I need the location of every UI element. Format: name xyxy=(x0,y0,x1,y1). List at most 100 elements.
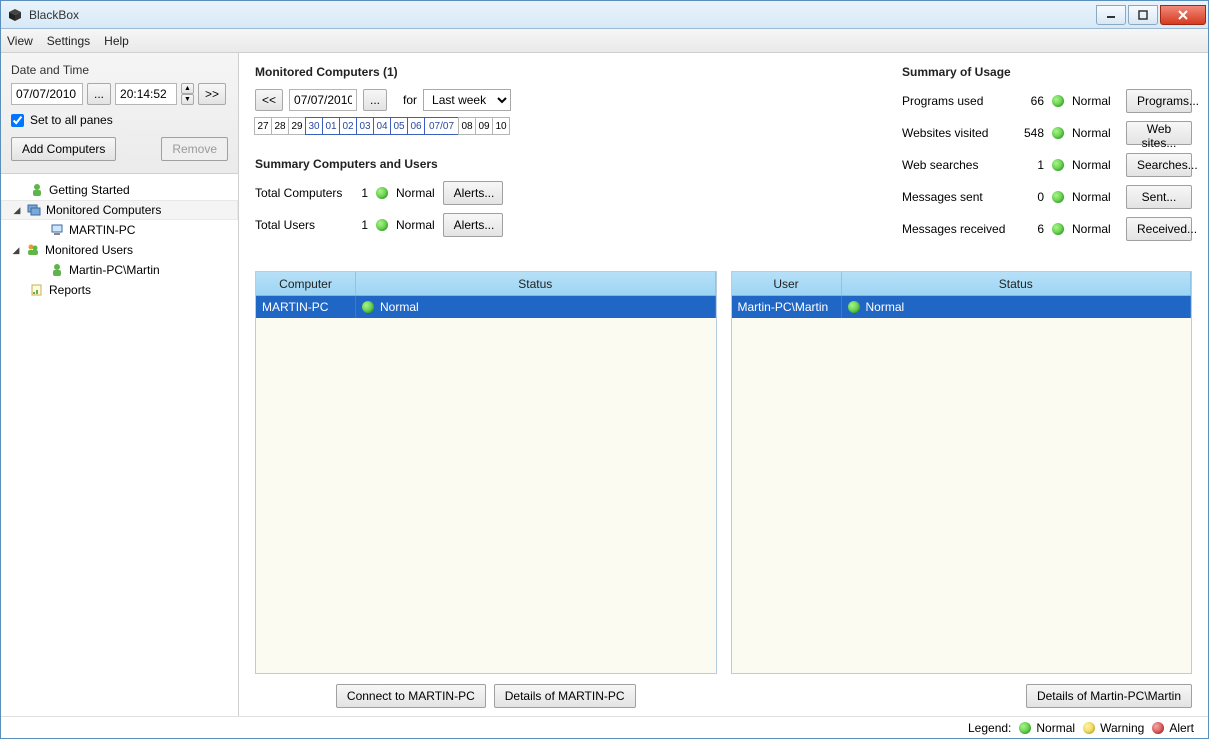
datetime-label: Date and Time xyxy=(11,63,228,77)
content-date-picker-button[interactable]: ... xyxy=(363,89,387,111)
alerts-computers-button[interactable]: Alerts... xyxy=(443,181,503,205)
person-icon xyxy=(29,182,45,198)
content-date-input[interactable] xyxy=(289,89,357,111)
cell-status: Normal xyxy=(356,296,716,318)
usage-header: Summary of Usage xyxy=(902,65,1192,79)
add-computers-button[interactable]: Add Computers xyxy=(11,137,116,161)
usage-row: Messages received6NormalReceived... xyxy=(902,217,1192,241)
date-input[interactable] xyxy=(11,83,83,105)
tree-label: MARTIN-PC xyxy=(69,223,135,237)
legend-normal: Normal xyxy=(1036,721,1075,735)
time-spin-down[interactable]: ▼ xyxy=(181,94,194,105)
usage-details-button[interactable]: Searches... xyxy=(1126,153,1192,177)
apply-datetime-button[interactable]: >> xyxy=(198,83,226,105)
calendar-cell[interactable]: 01 xyxy=(322,117,340,135)
calendar-cell[interactable]: 09 xyxy=(475,117,493,135)
status-dot-icon xyxy=(1052,223,1064,235)
calendar-cell[interactable]: 28 xyxy=(271,117,289,135)
app-icon xyxy=(7,7,23,23)
col-computer[interactable]: Computer xyxy=(256,272,356,295)
usage-label: Messages sent xyxy=(902,190,1012,204)
details-computer-button[interactable]: Details of MARTIN-PC xyxy=(494,684,636,708)
set-all-panes-label: Set to all panes xyxy=(30,113,113,127)
calendar-cell[interactable]: 10 xyxy=(492,117,510,135)
menu-help[interactable]: Help xyxy=(104,34,129,48)
menu-settings[interactable]: Settings xyxy=(47,34,90,48)
calendar-cell[interactable]: 02 xyxy=(339,117,357,135)
calendar-cell[interactable]: 08 xyxy=(458,117,476,135)
calendar-cell[interactable]: 29 xyxy=(288,117,306,135)
calendar-cell[interactable]: 27 xyxy=(254,117,272,135)
summary-header: Summary Computers and Users xyxy=(255,157,511,171)
table-row[interactable]: MARTIN-PC Normal xyxy=(256,296,716,318)
calendar-cell[interactable]: 06 xyxy=(407,117,425,135)
cell-status: Normal xyxy=(842,296,1192,318)
usage-details-button[interactable]: Received... xyxy=(1126,217,1192,241)
usage-details-button[interactable]: Sent... xyxy=(1126,185,1192,209)
minimize-button[interactable] xyxy=(1096,5,1126,25)
col-status[interactable]: Status xyxy=(356,272,716,295)
tree-reports[interactable]: Reports xyxy=(1,280,238,300)
legend-alert-icon xyxy=(1152,722,1164,734)
time-input[interactable] xyxy=(115,83,177,105)
sidebar: Date and Time ... ▲ ▼ >> Set to all pane… xyxy=(1,53,239,716)
date-picker-button[interactable]: ... xyxy=(87,83,111,105)
tree-martin-pc[interactable]: MARTIN-PC xyxy=(1,220,238,240)
window-controls xyxy=(1096,5,1208,25)
usage-details-button[interactable]: Programs... xyxy=(1126,89,1192,113)
expand-icon[interactable]: ◢ xyxy=(11,245,21,255)
tree-label: Monitored Users xyxy=(45,243,133,257)
total-computers-label: Total Computers xyxy=(255,186,352,200)
usage-value: 66 xyxy=(1020,94,1044,108)
usage-row: Web searches1NormalSearches... xyxy=(902,153,1192,177)
calendar-cell[interactable]: 07/07 xyxy=(424,117,459,135)
tree-monitored-computers[interactable]: ◢ Monitored Computers xyxy=(1,200,238,220)
page-title: Monitored Computers (1) xyxy=(255,65,511,79)
computer-icon xyxy=(49,222,65,238)
app-title: BlackBox xyxy=(29,8,79,22)
col-status[interactable]: Status xyxy=(842,272,1192,295)
legend-label: Legend: xyxy=(968,721,1011,735)
total-users-label: Total Users xyxy=(255,218,352,232)
period-select[interactable]: Last week xyxy=(423,89,511,111)
menubar: View Settings Help xyxy=(1,29,1208,53)
tree-martin-user[interactable]: Martin-PC\Martin xyxy=(1,260,238,280)
tree-label: Reports xyxy=(49,283,91,297)
expand-icon[interactable]: ◢ xyxy=(12,205,22,215)
for-label: for xyxy=(403,93,417,107)
prev-period-button[interactable]: << xyxy=(255,89,283,111)
menu-view[interactable]: View xyxy=(7,34,33,48)
tree-label: Getting Started xyxy=(49,183,130,197)
calendar-cell[interactable]: 03 xyxy=(356,117,374,135)
cell-user: Martin-PC\Martin xyxy=(732,296,842,318)
alerts-users-button[interactable]: Alerts... xyxy=(443,213,503,237)
time-spin-up[interactable]: ▲ xyxy=(181,83,194,94)
usage-panel: Summary of Usage Programs used66NormalPr… xyxy=(902,65,1192,249)
app-window: BlackBox View Settings Help Date and Tim… xyxy=(0,0,1209,739)
status-dot-icon xyxy=(376,187,388,199)
tree-monitored-users[interactable]: ◢ Monitored Users xyxy=(1,240,238,260)
calendar-cell[interactable]: 30 xyxy=(305,117,323,135)
tree-label: Monitored Computers xyxy=(46,203,161,217)
legend-bar: Legend: Normal Warning Alert xyxy=(1,716,1208,738)
table-row[interactable]: Martin-PC\Martin Normal xyxy=(732,296,1192,318)
calendar-cell[interactable]: 05 xyxy=(390,117,408,135)
tree-getting-started[interactable]: Getting Started xyxy=(1,180,238,200)
reports-icon xyxy=(29,282,45,298)
main: Date and Time ... ▲ ▼ >> Set to all pane… xyxy=(1,53,1208,716)
set-all-panes-checkbox[interactable] xyxy=(11,114,24,127)
calendar-cell[interactable]: 04 xyxy=(373,117,391,135)
legend-warning: Warning xyxy=(1100,721,1144,735)
usage-status: Normal xyxy=(1072,158,1118,172)
usage-details-button[interactable]: Web sites... xyxy=(1126,121,1192,145)
details-user-button[interactable]: Details of Martin-PC\Martin xyxy=(1026,684,1192,708)
usage-row: Programs used66NormalPrograms... xyxy=(902,89,1192,113)
legend-alert: Alert xyxy=(1169,721,1194,735)
col-user[interactable]: User xyxy=(732,272,842,295)
connect-button[interactable]: Connect to MARTIN-PC xyxy=(336,684,486,708)
remove-button[interactable]: Remove xyxy=(161,137,228,161)
close-button[interactable] xyxy=(1160,5,1206,25)
maximize-button[interactable] xyxy=(1128,5,1158,25)
legend-normal-icon xyxy=(1019,722,1031,734)
status-dot-icon xyxy=(1052,95,1064,107)
